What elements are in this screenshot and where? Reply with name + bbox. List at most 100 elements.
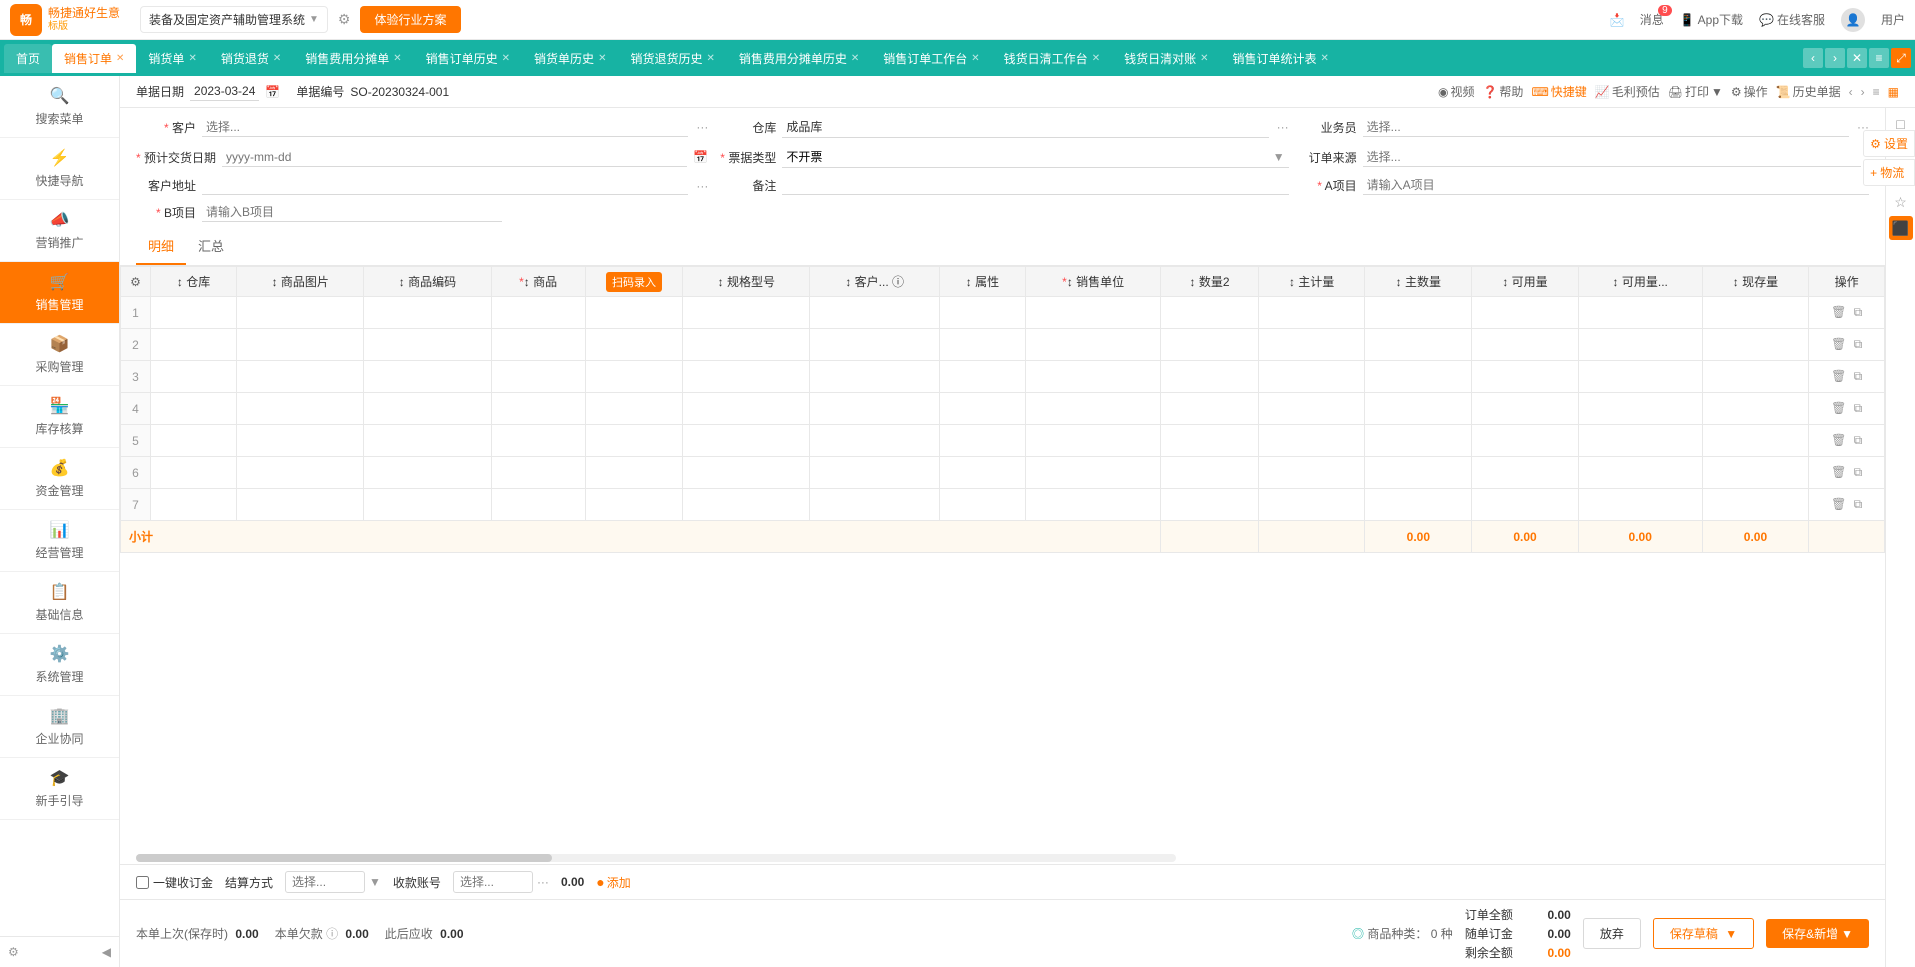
close-stats-icon[interactable]: ✕ bbox=[1321, 53, 1329, 64]
staff-input[interactable] bbox=[1363, 118, 1849, 137]
row-copy-6[interactable]: ⧉ bbox=[1854, 465, 1863, 479]
close-sales-order-icon[interactable]: ✕ bbox=[116, 53, 124, 64]
col-product-img[interactable]: ↕ 商品图片 bbox=[237, 267, 364, 297]
tab-menu-btn[interactable]: ≡ bbox=[1869, 48, 1889, 68]
row-copy-2[interactable]: ⧉ bbox=[1854, 337, 1863, 351]
discard-btn[interactable]: 放弃 bbox=[1583, 918, 1641, 949]
row-delete-1[interactable]: 🗑 bbox=[1831, 305, 1846, 319]
row-delete-5[interactable]: 🗑 bbox=[1831, 433, 1846, 447]
settlement-input[interactable] bbox=[285, 871, 365, 893]
customer-input[interactable] bbox=[202, 118, 688, 137]
close-return-history-icon[interactable]: ✕ bbox=[706, 53, 714, 64]
remark-input[interactable] bbox=[782, 176, 1288, 195]
col-available[interactable]: ↕ 可用量 bbox=[1472, 267, 1579, 297]
tab-return-history[interactable]: 销货退货历史 ✕ bbox=[618, 44, 726, 73]
sidebar-item-marketing[interactable]: 📣 营销推广 bbox=[0, 200, 119, 262]
a-project-input[interactable] bbox=[1363, 176, 1869, 195]
row-delete-4[interactable]: 🗑 bbox=[1831, 401, 1846, 415]
tab-expense-history[interactable]: 销售费用分摊单历史 ✕ bbox=[727, 44, 871, 73]
tab-expand-btn[interactable]: ⤢ bbox=[1891, 48, 1911, 68]
save-new-btn[interactable]: 保存&新增 ▼ bbox=[1766, 919, 1869, 948]
tab-detail[interactable]: 明细 bbox=[136, 228, 186, 265]
tab-sales-return[interactable]: 销货退货 ✕ bbox=[209, 44, 293, 73]
operations-btn[interactable]: ⚙ 操作 bbox=[1731, 83, 1768, 100]
print-btn[interactable]: 🖨 打印 ▼ bbox=[1668, 83, 1723, 100]
b-project-input[interactable] bbox=[202, 203, 502, 222]
one-click-label[interactable]: 一键收订金 bbox=[136, 874, 213, 891]
message-btn[interactable]: 📩 9 消息 bbox=[1610, 11, 1664, 28]
system-selector[interactable]: 装备及固定资产辅助管理系统 ▼ bbox=[140, 6, 328, 33]
settings-float-btn[interactable]: ⚙ 设置 bbox=[1863, 130, 1915, 157]
calendar-icon[interactable]: 📅 bbox=[265, 85, 280, 99]
address-input[interactable] bbox=[202, 176, 688, 195]
tab-close-btn[interactable]: ✕ bbox=[1847, 48, 1867, 68]
add-btn[interactable]: ● 添加 bbox=[596, 874, 630, 891]
invoice-select[interactable]: 不开票 ▼ bbox=[782, 146, 1288, 168]
close-expense-history-icon[interactable]: ✕ bbox=[851, 53, 859, 64]
list-view-icon[interactable]: ≡ bbox=[1873, 85, 1880, 99]
order-source-input[interactable] bbox=[1363, 148, 1861, 167]
sidebar-settings-icon[interactable]: ⚙ bbox=[8, 945, 19, 959]
sidebar-item-system[interactable]: ⚙️ 系统管理 bbox=[0, 634, 119, 696]
settlement-chevron-icon[interactable]: ▼ bbox=[369, 875, 381, 889]
account-input[interactable] bbox=[453, 871, 533, 893]
close-workbench-icon[interactable]: ✕ bbox=[971, 53, 979, 64]
tab-order-workbench[interactable]: 销售订单工作台 ✕ bbox=[871, 44, 991, 73]
sidebar-collapse-icon[interactable]: ◀ bbox=[102, 945, 111, 959]
row-delete-7[interactable]: 🗑 bbox=[1831, 497, 1846, 511]
sidebar-item-purchase[interactable]: 📦 采购管理 bbox=[0, 324, 119, 386]
tab-sales-order-history[interactable]: 销售订单历史 ✕ bbox=[414, 44, 522, 73]
tab-sales-invoice[interactable]: 销货单 ✕ bbox=[136, 44, 208, 73]
industry-btn[interactable]: 体验行业方案 bbox=[360, 6, 460, 33]
row-copy-1[interactable]: ⧉ bbox=[1854, 305, 1863, 319]
row-copy-4[interactable]: ⧉ bbox=[1854, 401, 1863, 415]
sidebar-item-newbie[interactable]: 🎓 新手引导 bbox=[0, 758, 119, 820]
close-history-icon[interactable]: ✕ bbox=[502, 53, 510, 64]
col-attribute[interactable]: ↕ 属性 bbox=[939, 267, 1025, 297]
sidebar-item-enterprise[interactable]: 🏢 企业协同 bbox=[0, 696, 119, 758]
col-main-qty[interactable]: ↕ 主数量 bbox=[1365, 267, 1472, 297]
address-ellipsis-icon[interactable]: ··· bbox=[696, 179, 708, 193]
sidebar-item-quicknav[interactable]: ⚡ 快捷导航 bbox=[0, 138, 119, 200]
col-available2[interactable]: ↕ 可用量... bbox=[1578, 267, 1702, 297]
sidebar-item-sales[interactable]: 🛒 销售管理 bbox=[0, 262, 119, 324]
close-cash-workbench-icon[interactable]: ✕ bbox=[1092, 53, 1100, 64]
row-copy-7[interactable]: ⧉ bbox=[1854, 497, 1863, 511]
one-click-checkbox[interactable] bbox=[136, 876, 149, 889]
profit-btn[interactable]: 📈 毛利预估 bbox=[1595, 83, 1660, 100]
help-btn[interactable]: ❓ 帮助 bbox=[1482, 83, 1523, 100]
tab-sales-order[interactable]: 销售订单 ✕ bbox=[52, 44, 136, 73]
sidebar-item-inventory[interactable]: 🏪 库存核算 bbox=[0, 386, 119, 448]
close-sales-expense-icon[interactable]: ✕ bbox=[393, 53, 401, 64]
row-delete-3[interactable]: 🗑 bbox=[1831, 369, 1846, 383]
row-delete-6[interactable]: 🗑 bbox=[1831, 465, 1846, 479]
col-customer-code[interactable]: ↕ 客户... ⓘ bbox=[810, 267, 939, 297]
close-reconcile-icon[interactable]: ✕ bbox=[1200, 53, 1208, 64]
tab-prev-btn[interactable]: ‹ bbox=[1803, 48, 1823, 68]
sidebar-item-operations[interactable]: 📊 经营管理 bbox=[0, 510, 119, 572]
close-invoice-history-icon[interactable]: ✕ bbox=[598, 53, 606, 64]
tab-sales-stats[interactable]: 销售订单统计表 ✕ bbox=[1220, 44, 1340, 73]
table-scrollbar[interactable] bbox=[120, 852, 1885, 864]
account-ellipsis-icon[interactable]: ··· bbox=[537, 875, 549, 889]
delivery-input[interactable] bbox=[222, 148, 687, 167]
tab-cash-workbench[interactable]: 钱货日清工作台 ✕ bbox=[992, 44, 1112, 73]
tab-sales-expense[interactable]: 销售费用分摊单 ✕ bbox=[293, 44, 413, 73]
col-main-unit[interactable]: ↕ 主计量 bbox=[1258, 267, 1365, 297]
shortcut-btn[interactable]: ⌨ 快捷键 bbox=[1531, 83, 1586, 100]
col-qty2[interactable]: ↕ 数量2 bbox=[1161, 267, 1259, 297]
col-product-code[interactable]: ↕ 商品编码 bbox=[364, 267, 491, 297]
nav-next-icon[interactable]: › bbox=[1861, 85, 1865, 99]
add-float-btn[interactable]: + 物流 bbox=[1863, 159, 1915, 186]
grid-view-icon[interactable]: ▦ bbox=[1888, 85, 1899, 99]
row-copy-5[interactable]: ⧉ bbox=[1854, 433, 1863, 447]
history-btn[interactable]: 📜 历史单据 bbox=[1776, 83, 1841, 100]
row-copy-3[interactable]: ⧉ bbox=[1854, 369, 1863, 383]
scan-btn[interactable]: 扫码录入 bbox=[606, 272, 662, 292]
tab-next-btn[interactable]: › bbox=[1825, 48, 1845, 68]
account-field[interactable]: ··· bbox=[453, 871, 549, 893]
delivery-calendar-icon[interactable]: 📅 bbox=[693, 150, 708, 164]
tab-cash-reconcile[interactable]: 钱货日清对账 ✕ bbox=[1112, 44, 1220, 73]
right-panel-btn-4[interactable]: ☆ bbox=[1889, 190, 1913, 214]
col-settings[interactable]: ⚙ bbox=[121, 267, 151, 297]
